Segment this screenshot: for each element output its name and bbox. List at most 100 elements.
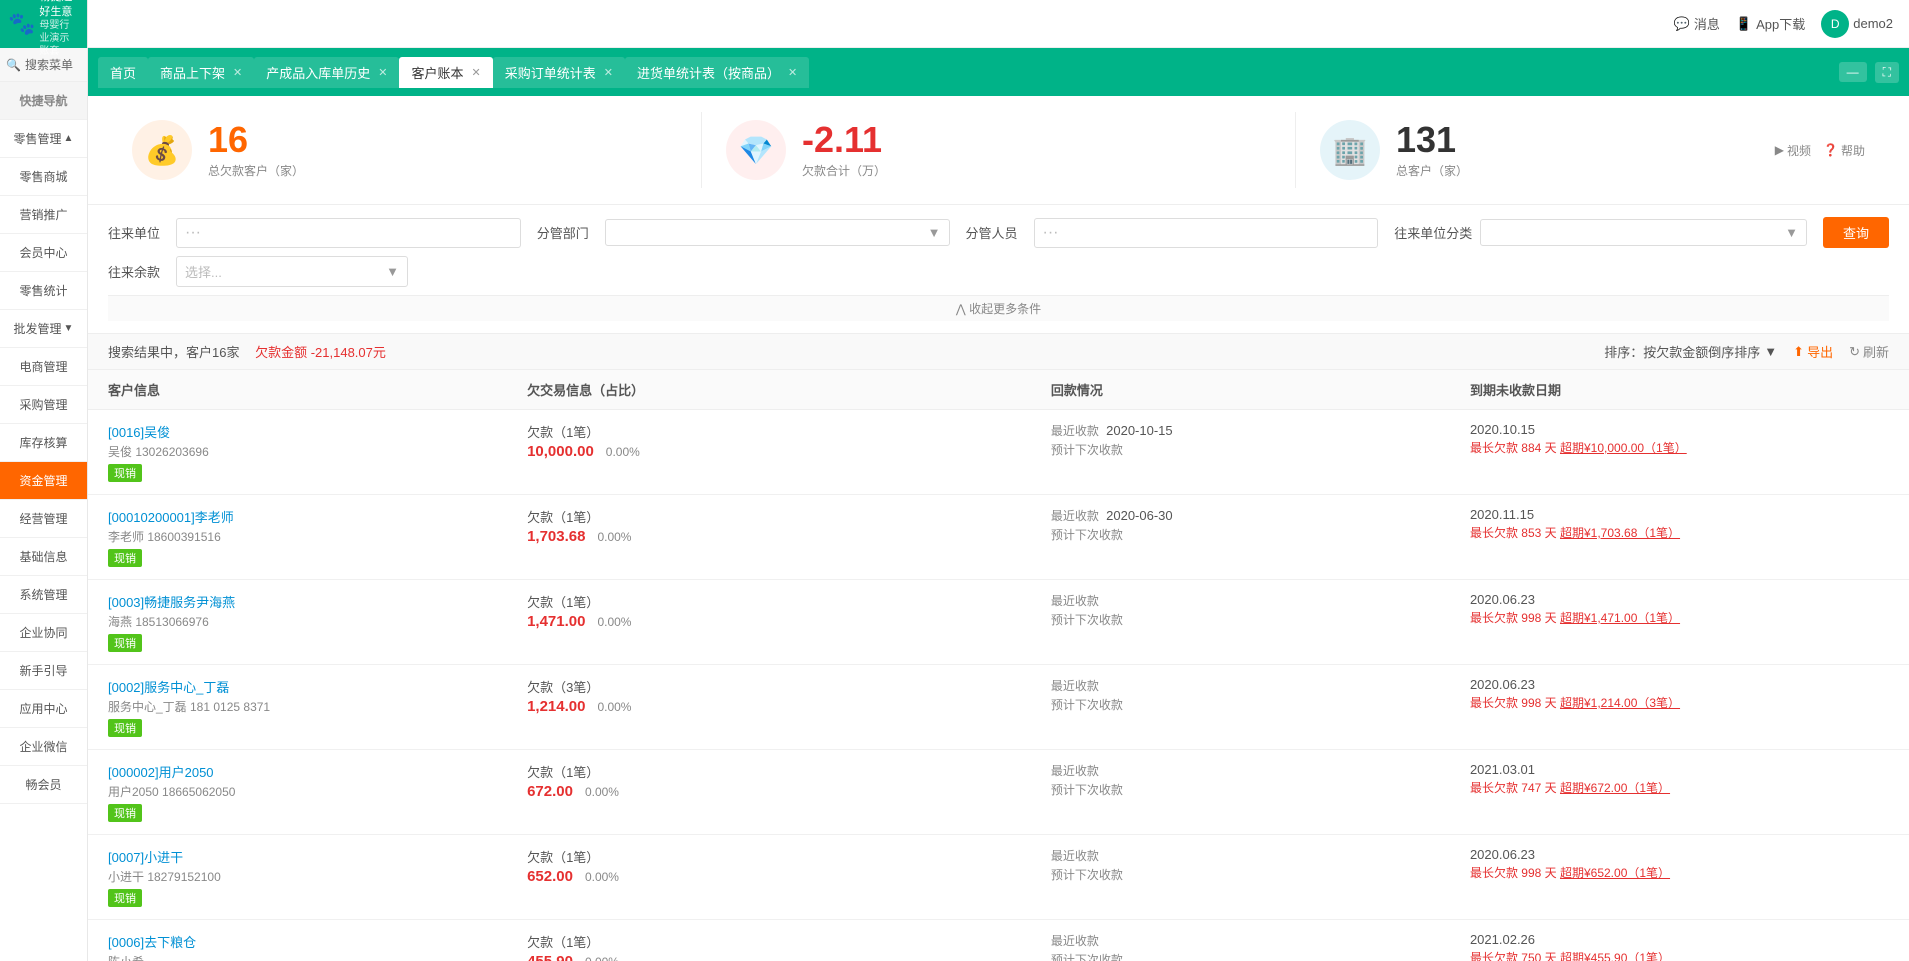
message-icon: 💬 <box>1674 16 1690 32</box>
customer-name-link-3[interactable]: [0002]服务中心_丁磊 <box>108 680 229 695</box>
sidebar-item-newguide[interactable]: 新手引导 <box>0 652 87 690</box>
debt-amount-0: 10,000.00 <box>527 443 594 460</box>
tab-customer-account[interactable]: 客户账本 ✕ <box>399 57 492 88</box>
filter-input-unit[interactable]: ··· <box>176 218 521 248</box>
table-row: [0003]畅捷服务尹海燕 海燕 18513066976 现销 欠款（1笔） 1… <box>88 580 1909 665</box>
sidebar-item-inventory[interactable]: 库存核算 <box>0 424 87 462</box>
customer-name-link-0[interactable]: [0016]吴俊 <box>108 425 170 440</box>
sidebar-item-purchase[interactable]: 采购管理 <box>0 386 87 424</box>
customer-name-link-1[interactable]: [00010200001]李老师 <box>108 510 234 525</box>
due-date-5: 2020.06.23 <box>1470 847 1889 862</box>
sidebar-item-corp[interactable]: 企业协同 <box>0 614 87 652</box>
sidebar-item-ecom[interactable]: 电商管理 <box>0 348 87 386</box>
help-btn[interactable]: ❓ 帮助 <box>1823 142 1865 159</box>
total-customers-label: 总客户（家） <box>1396 162 1468 179</box>
export-label: 导出 <box>1807 342 1833 361</box>
sidebar-item-retail-mall[interactable]: 零售商城 <box>0 158 87 196</box>
tab-product-history[interactable]: 产成品入库单历史 ✕ <box>254 57 399 88</box>
filter-select-category[interactable]: ▼ <box>1480 219 1807 246</box>
customer-phone-2: 海燕 18513066976 <box>108 613 527 630</box>
customer-info-6: [0006]去下粮仓 陈小希 现销 <box>108 932 527 961</box>
return-info-4: 最近收款 预计下次收款 <box>1051 762 1470 800</box>
sidebar-item-basic[interactable]: 基础信息 <box>0 538 87 576</box>
total-customers: 131 <box>1396 122 1468 158</box>
overdue-6: 最长欠款 750 天 超期¥455.90（1笔） <box>1470 949 1889 961</box>
overdue-1: 最长欠款 853 天 超期¥1,703.68（1笔） <box>1470 524 1889 541</box>
close-icon[interactable]: ✕ <box>378 66 387 79</box>
balance-placeholder: 选择... <box>185 262 222 281</box>
results-summary: 搜索结果中，客户16家 欠款金额 -21,148.07元 <box>108 342 386 361</box>
app-download-btn[interactable]: 📱 App下载 <box>1736 14 1805 33</box>
refresh-icon: ↻ <box>1849 344 1860 360</box>
results-actions: 排序：按欠款金额倒序排序 ▼ ⬆ 导出 ↻ 刷新 <box>1604 342 1889 361</box>
sidebar-item-batch-mgmt[interactable]: 批发管理 ▼ <box>0 310 87 348</box>
sidebar-label-retail-mgmt: 零售管理 <box>14 130 62 147</box>
total-debt-customers: 16 <box>208 122 304 158</box>
search-icon: 🔍 <box>6 58 21 72</box>
table-row: [0016]吴俊 吴俊 13026203696 现销 欠款（1笔） 10,000… <box>88 410 1909 495</box>
date-info-4: 2021.03.01 最长欠款 747 天 超期¥672.00（1笔） <box>1470 762 1889 796</box>
overdue-link-3[interactable]: 超期¥1,214.00（3笔） <box>1560 696 1680 710</box>
overdue-link-6[interactable]: 超期¥455.90（1笔） <box>1560 951 1670 961</box>
sidebar-item-corpwechat[interactable]: 企业微信 <box>0 728 87 766</box>
customer-info-3: [0002]服务中心_丁磊 服务中心_丁磊 181 0125 8371 现销 <box>108 677 527 737</box>
close-icon[interactable]: ✕ <box>604 66 613 79</box>
tab-purchase-product-stats[interactable]: 进货单统计表（按商品） ✕ <box>625 57 809 88</box>
tab-home-label: 首页 <box>110 63 136 82</box>
sidebar-item-retail-stats[interactable]: 零售统计 <box>0 272 87 310</box>
sidebar-item-member[interactable]: 会员中心 <box>0 234 87 272</box>
sidebar-item-retail-mgmt[interactable]: 零售管理 ▲ <box>0 120 87 158</box>
tabs-container: 首页 商品上下架 ✕ 产成品入库单历史 ✕ 客户账本 ✕ 采购订单统计表 ✕ 进… <box>98 57 1837 88</box>
collapse-icon: ⋀ <box>956 302 966 316</box>
tag-cash-0: 现销 <box>108 464 142 482</box>
message-btn[interactable]: 💬 消息 <box>1674 14 1720 33</box>
tab-home[interactable]: 首页 <box>98 57 148 88</box>
customer-phone-5: 小进干 18279152100 <box>108 868 527 885</box>
summary-card-amount: 💎 -2.11 欠款合计（万） <box>702 112 1296 188</box>
minimize-btn[interactable]: — <box>1839 62 1867 82</box>
sidebar-item-ops[interactable]: 经营管理 <box>0 500 87 538</box>
overdue-link-0[interactable]: 超期¥10,000.00（1笔） <box>1560 441 1687 455</box>
debt-info-6: 欠款（1笔） 455.90 0.00% <box>527 932 1051 961</box>
sidebar-item-sys[interactable]: 系统管理 <box>0 576 87 614</box>
overdue-link-4[interactable]: 超期¥672.00（1笔） <box>1560 781 1670 795</box>
filter-field-balance: 往来余款 选择... ▼ <box>108 256 408 287</box>
return-info-3: 最近收款 预计下次收款 <box>1051 677 1470 715</box>
customer-name-link-5[interactable]: [0007]小进干 <box>108 850 183 865</box>
collapse-bar[interactable]: ⋀ 收起更多条件 <box>108 295 1889 321</box>
debt-pct-6: 0.00% <box>585 955 619 961</box>
sidebar-item-finance[interactable]: 资金管理 <box>0 462 87 500</box>
filter-select-dept[interactable]: ▼ <box>605 219 950 246</box>
query-button[interactable]: 查询 <box>1823 217 1889 248</box>
tab-purchase-stats[interactable]: 采购订单统计表 ✕ <box>493 57 625 88</box>
overdue-link-5[interactable]: 超期¥652.00（1笔） <box>1560 866 1670 880</box>
debt-info-1: 欠款（1笔） 1,703.68 0.00% <box>527 507 1051 545</box>
sidebar-item-appcenter[interactable]: 应用中心 <box>0 690 87 728</box>
customer-name-link-4[interactable]: [000002]用户2050 <box>108 765 214 780</box>
debt-amount-6: 455.90 <box>527 953 573 961</box>
sort-select[interactable]: 排序：按欠款金额倒序排序 ▼ <box>1604 342 1777 361</box>
user-menu[interactable]: D demo2 <box>1821 10 1893 38</box>
tab-product-listing[interactable]: 商品上下架 ✕ <box>148 57 254 88</box>
close-icon[interactable]: ✕ <box>788 66 797 79</box>
overdue-link-1[interactable]: 超期¥1,703.68（1笔） <box>1560 526 1680 540</box>
export-btn[interactable]: ⬆ 导出 <box>1793 342 1833 361</box>
filter-input-person[interactable]: ··· <box>1034 218 1379 248</box>
close-icon[interactable]: ✕ <box>472 66 481 79</box>
customer-name-link-2[interactable]: [0003]畅捷服务尹海燕 <box>108 595 235 610</box>
table-header: 客户信息 欠交易信息（占比） 回款情况 到期未收款日期 <box>88 370 1909 410</box>
sidebar-item-marketing[interactable]: 营销推广 <box>0 196 87 234</box>
tag-cash-4: 现销 <box>108 804 142 822</box>
overdue-4: 最长欠款 747 天 超期¥672.00（1笔） <box>1470 779 1889 796</box>
customer-name-link-6[interactable]: [0006]去下粮仓 <box>108 935 196 950</box>
close-icon[interactable]: ✕ <box>233 66 242 79</box>
video-btn[interactable]: ▶ 视频 <box>1775 142 1811 159</box>
maximize-btn[interactable]: ⛶ <box>1875 62 1899 83</box>
filter-select-balance[interactable]: 选择... ▼ <box>176 256 408 287</box>
overdue-link-2[interactable]: 超期¥1,471.00（1笔） <box>1560 611 1680 625</box>
debt-count-4: 欠款（1笔） <box>527 762 1051 781</box>
sidebar-item-vip[interactable]: 畅会员 <box>0 766 87 804</box>
avatar: D <box>1821 10 1849 38</box>
refresh-btn[interactable]: ↻ 刷新 <box>1849 342 1889 361</box>
sidebar-item-nav[interactable]: 快捷导航 <box>0 82 87 120</box>
